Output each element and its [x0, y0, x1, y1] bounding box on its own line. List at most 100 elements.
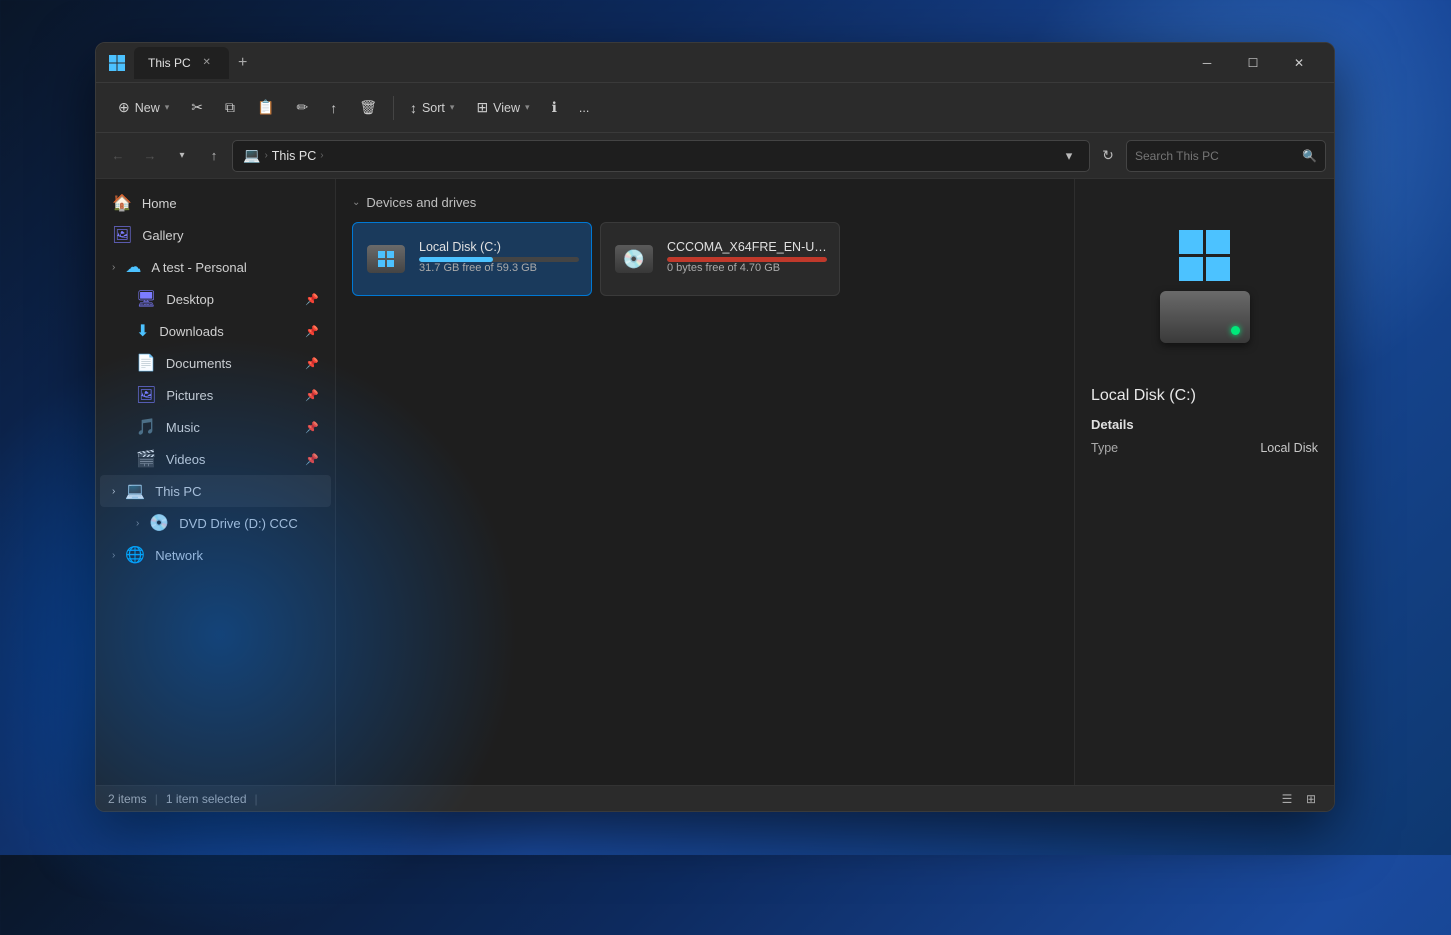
dvd-icon: 💿 [149, 513, 169, 533]
sort-label: Sort [422, 101, 445, 115]
paste-icon: 📋 [257, 99, 274, 116]
section-chevron-icon: ⌄ [352, 197, 360, 208]
view-toggle-buttons: ☰ ⊞ [1276, 789, 1322, 809]
item-count: 2 items [108, 792, 147, 806]
hdd-led [1231, 326, 1240, 335]
sidebar-item-documents[interactable]: 📄 Documents 📌 [100, 347, 331, 379]
window-icon [108, 54, 126, 72]
sidebar-item-pictures[interactable]: 🖼 Pictures 📌 [100, 379, 331, 411]
sidebar-item-music-label: Music [166, 420, 200, 435]
sidebar-item-home[interactable]: 🏠 Home [100, 187, 331, 219]
details-preview [1091, 195, 1318, 375]
videos-pin-icon: 📌 [305, 453, 319, 466]
view-button[interactable]: ⊞ View ▾ [466, 91, 539, 125]
sidebar-item-onedrive[interactable]: › ☁ A test - Personal [100, 251, 331, 283]
toolbar: ⊕ New ▾ ✂ ⧉ 📋 ✏ ↑ 🗑 ↕ Sort ▾ ⊞ View [96, 83, 1334, 133]
up-button[interactable]: ↑ [200, 142, 228, 170]
details-type-label: Type [1091, 441, 1118, 455]
tab-close-button[interactable]: ✕ [199, 55, 215, 71]
paste-button[interactable]: 📋 [247, 91, 284, 125]
downloads-pin-icon: 📌 [305, 325, 319, 338]
details-title: Local Disk (C:) [1091, 387, 1318, 405]
list-view-button[interactable]: ☰ [1276, 789, 1298, 809]
tab-this-pc[interactable]: This PC ✕ [134, 47, 229, 79]
sidebar-item-gallery-label: Gallery [142, 228, 183, 243]
windows-logo-icon [1177, 228, 1232, 283]
details-type-row: Type Local Disk [1091, 438, 1318, 458]
documents-pin-icon: 📌 [305, 357, 319, 370]
search-input[interactable] [1135, 149, 1296, 163]
pictures-pin-icon: 📌 [305, 389, 319, 402]
path-chevron-2-icon: › [320, 150, 323, 161]
delete-button[interactable]: 🗑 [349, 91, 387, 125]
address-path[interactable]: 💻 › This PC › ▾ [232, 140, 1090, 172]
search-box: 🔍 [1126, 140, 1326, 172]
copy-button[interactable]: ⧉ [215, 91, 245, 125]
sidebar-item-desktop[interactable]: 🖥 Desktop 📌 [100, 283, 331, 315]
home-icon: 🏠 [112, 193, 132, 213]
forward-button[interactable]: → [136, 142, 164, 170]
drive-item-c[interactable]: Local Disk (C:) 31.7 GB free of 59.3 GB [352, 222, 592, 296]
more-button[interactable]: ... [569, 91, 599, 125]
copy-icon: ⧉ [225, 99, 235, 116]
sidebar-item-network-label: Network [155, 548, 203, 563]
sidebar: 🏠 Home 🖼 Gallery › ☁ A test - Personal 🖥… [96, 179, 336, 785]
back-button[interactable]: ← [104, 142, 132, 170]
search-icon: 🔍 [1302, 149, 1317, 163]
drive-d-icon: 💿 [613, 238, 655, 280]
refresh-button[interactable]: ↻ [1094, 142, 1122, 170]
desktop-pin-icon: 📌 [305, 293, 319, 306]
downloads-icon: ⬇ [136, 321, 149, 341]
cut-icon: ✂ [191, 99, 203, 116]
sidebar-item-network[interactable]: › 🌐 Network [100, 539, 331, 571]
drive-item-d[interactable]: 💿 CCCOMA_X64FRE_EN-US_DV9 0 bytes free o… [600, 222, 840, 296]
window-controls: ─ ☐ ✕ [1184, 47, 1322, 79]
sidebar-item-music[interactable]: 🎵 Music 📌 [100, 411, 331, 443]
cut-button[interactable]: ✂ [181, 91, 213, 125]
tab-label: This PC [148, 56, 191, 70]
devices-drives-header[interactable]: ⌄ Devices and drives [352, 195, 1058, 210]
drive-d-info: CCCOMA_X64FRE_EN-US_DV9 0 bytes free of … [667, 240, 827, 278]
videos-icon: 🎬 [136, 449, 156, 469]
expand-nav-button[interactable]: ▾ [168, 142, 196, 170]
rename-button[interactable]: ✏ [286, 91, 318, 125]
new-label: New [135, 101, 160, 115]
sort-icon: ↕ [410, 100, 417, 116]
gallery-icon: 🖼 [112, 225, 132, 245]
details-button[interactable]: ℹ [542, 91, 567, 125]
new-icon: ⊕ [118, 99, 130, 116]
grid-view-button[interactable]: ⊞ [1300, 789, 1322, 809]
sort-button[interactable]: ↕ Sort ▾ [400, 91, 464, 125]
drive-c-icon [365, 238, 407, 280]
new-tab-button[interactable]: + [229, 49, 257, 77]
sidebar-item-dvd-label: DVD Drive (D:) CCC [179, 516, 297, 531]
share-button[interactable]: ↑ [320, 91, 347, 125]
address-bar: ← → ▾ ↑ 💻 › This PC › ▾ ↻ 🔍 [96, 133, 1334, 179]
drive-d-name: CCCOMA_X64FRE_EN-US_DV9 [667, 240, 827, 254]
sidebar-item-gallery[interactable]: 🖼 Gallery [100, 219, 331, 251]
drive-c-free: 31.7 GB free of 59.3 GB [419, 262, 579, 274]
sidebar-item-this-pc[interactable]: › 💻 This PC [100, 475, 331, 507]
maximize-button[interactable]: ☐ [1230, 47, 1276, 79]
thispc-expand-icon: › [112, 486, 115, 497]
status-separator-2: | [255, 792, 258, 806]
pictures-icon: 🖼 [136, 385, 156, 405]
minimize-button[interactable]: ─ [1184, 47, 1230, 79]
view-label: View [493, 101, 520, 115]
sort-chevron-icon: ▾ [450, 102, 455, 113]
sidebar-item-pictures-label: Pictures [166, 388, 213, 403]
share-icon: ↑ [330, 100, 337, 116]
close-button[interactable]: ✕ [1276, 47, 1322, 79]
sidebar-item-this-pc-label: This PC [155, 484, 201, 499]
details-type-value: Local Disk [1260, 441, 1318, 455]
drives-grid: Local Disk (C:) 31.7 GB free of 59.3 GB [352, 222, 1058, 296]
desktop-icon: 🖥 [136, 289, 156, 309]
address-dropdown-button[interactable]: ▾ [1059, 146, 1079, 166]
sidebar-item-dvd-drive[interactable]: › 💿 DVD Drive (D:) CCC [100, 507, 331, 539]
sidebar-item-videos[interactable]: 🎬 Videos 📌 [100, 443, 331, 475]
selected-count: 1 item selected [166, 792, 247, 806]
new-button[interactable]: ⊕ New ▾ [108, 91, 179, 125]
view-icon: ⊞ [476, 99, 488, 116]
sidebar-item-downloads[interactable]: ⬇ Downloads 📌 [100, 315, 331, 347]
view-chevron-icon: ▾ [525, 102, 530, 113]
